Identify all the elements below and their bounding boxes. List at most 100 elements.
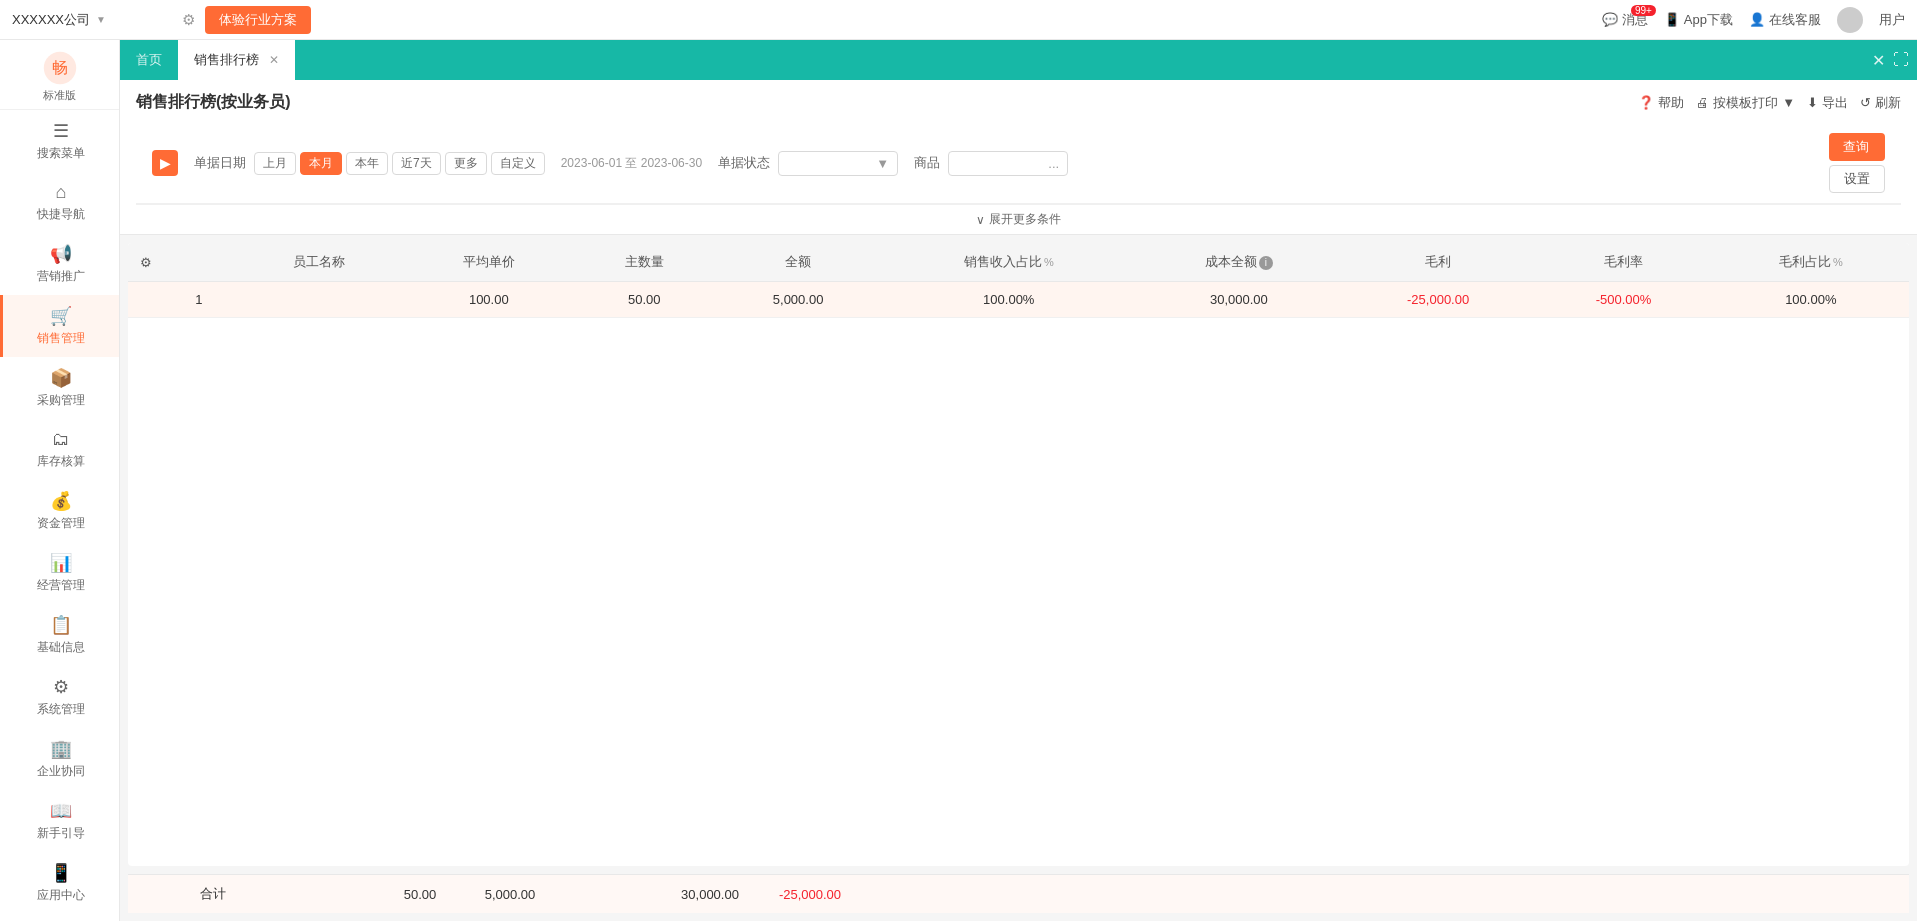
footer-label: 合计 [200, 885, 300, 903]
refresh-icon: ↺ [1860, 95, 1871, 110]
date-btn-7days[interactable]: 近7天 [392, 152, 441, 175]
quick-nav-icon: ⌂ [56, 182, 67, 203]
sidebar: 畅 标准版 ☰ 搜索菜单 ⌂ 快捷导航 📢 营销推广 🛒 销售管理 📦 采购管理… [0, 40, 120, 921]
page-title-row: 销售排行榜(按业务员) ❓ 帮助 🖨 按模板打印 ▼ ⬇ [136, 92, 1901, 113]
message-button[interactable]: 💬 消息 99+ [1602, 11, 1648, 29]
col-gross: 毛利 [1342, 243, 1535, 282]
sidebar-item-enterprise[interactable]: 🏢 企业协同 [0, 728, 119, 790]
expand-chevron-icon: ∨ [976, 213, 985, 227]
app-center-icon: 📱 [50, 862, 72, 884]
date-btn-last-month[interactable]: 上月 [254, 152, 296, 175]
online-service-button[interactable]: 👤 在线客服 [1749, 11, 1821, 29]
sidebar-logo: 畅 标准版 [0, 40, 119, 110]
date-btn-this-year[interactable]: 本年 [346, 152, 388, 175]
operation-icon: 📊 [50, 552, 72, 574]
sidebar-item-label: 系统管理 [37, 701, 85, 718]
filter-toggle-button[interactable]: ▶ [152, 150, 178, 176]
tab-maximize-icon[interactable]: ⛶ [1893, 51, 1909, 69]
sales-icon: 🛒 [50, 305, 72, 327]
footer-gross: -25,000.00 [760, 887, 860, 902]
tab-sales-rank-label: 销售排行榜 [194, 51, 259, 69]
col-qty: 主数量 [574, 243, 715, 282]
search-order-icon: ☰ [53, 120, 69, 142]
sidebar-item-operation[interactable]: 📊 经营管理 [0, 542, 119, 604]
cell-gross: -25,000.00 [1342, 282, 1535, 318]
sidebar-item-purchase[interactable]: 📦 采购管理 [0, 357, 119, 419]
service-label: 在线客服 [1769, 11, 1821, 29]
user-name: 用户 [1879, 11, 1905, 29]
print-arrow-icon: ▼ [1782, 95, 1795, 110]
cell-avg-price: 100.00 [404, 282, 574, 318]
sidebar-item-label: 企业协同 [37, 763, 85, 780]
goods-select-arrow: ... [1048, 156, 1059, 171]
svg-text:畅: 畅 [52, 58, 68, 76]
footer-cost: 30,000.00 [660, 887, 760, 902]
export-icon: ⬇ [1807, 95, 1818, 110]
sidebar-item-wechat[interactable]: 💬 企业微信 [0, 914, 119, 921]
sidebar-item-quick-nav[interactable]: ⌂ 快捷导航 [0, 172, 119, 233]
goods-select[interactable]: ... [948, 151, 1068, 176]
query-button[interactable]: 查询 [1829, 133, 1885, 161]
sidebar-item-system[interactable]: ⚙ 系统管理 [0, 666, 119, 728]
cost-info-icon[interactable]: i [1259, 256, 1273, 270]
sidebar-item-sales[interactable]: 🛒 销售管理 [0, 295, 119, 357]
expand-more-button[interactable]: ∨ 展开更多条件 [136, 204, 1901, 234]
export-button[interactable]: ⬇ 导出 [1807, 94, 1848, 112]
status-filter-label: 单据状态 [718, 154, 770, 172]
sidebar-item-marketing[interactable]: 📢 营销推广 [0, 233, 119, 295]
sidebar-item-basic[interactable]: 📋 基础信息 [0, 604, 119, 666]
expand-label: 展开更多条件 [989, 211, 1061, 228]
sidebar-item-guide[interactable]: 📖 新手引导 [0, 790, 119, 852]
company-selector[interactable]: XXXXXX公司 ▼ [12, 11, 172, 29]
sidebar-item-search-order[interactable]: ☰ 搜索菜单 [0, 110, 119, 172]
cell-gross-pct: 100.00% [1713, 282, 1909, 318]
sales-rank-table: ⚙ 员工名称 平均单价 主数量 全额 销售收入占比% 成本全额i 毛利 毛利率 … [128, 243, 1909, 318]
page-header: 销售排行榜(按业务员) ❓ 帮助 🖨 按模板打印 ▼ ⬇ [120, 80, 1917, 235]
company-dropdown-arrow: ▼ [96, 14, 106, 25]
tab-sales-rank[interactable]: 销售排行榜 ✕ [178, 40, 295, 80]
date-btn-this-month[interactable]: 本月 [300, 152, 342, 175]
col-gross-rate: 毛利率 [1534, 243, 1712, 282]
help-button[interactable]: ❓ 帮助 [1638, 94, 1684, 112]
sidebar-item-inventory[interactable]: 🗂 库存核算 [0, 419, 119, 480]
page-actions: ❓ 帮助 🖨 按模板打印 ▼ ⬇ 导出 ↺ [1638, 94, 1901, 112]
sidebar-item-label: 资金管理 [37, 515, 85, 532]
sidebar-item-label: 库存核算 [37, 453, 85, 470]
cell-settings [128, 282, 164, 318]
settings-button[interactable]: 设置 [1829, 165, 1885, 193]
cell-qty: 50.00 [574, 282, 715, 318]
sidebar-item-finance[interactable]: 💰 资金管理 [0, 480, 119, 542]
tab-close-window-icon[interactable]: ✕ [1872, 51, 1885, 70]
app-download-button[interactable]: 📱 App下载 [1664, 11, 1733, 29]
system-icon: ⚙ [53, 676, 69, 698]
cell-cost: 30,000.00 [1136, 282, 1342, 318]
date-btn-custom[interactable]: 自定义 [491, 152, 545, 175]
sidebar-item-label: 销售管理 [37, 330, 85, 347]
refresh-button[interactable]: ↺ 刷新 [1860, 94, 1901, 112]
avatar[interactable] [1837, 7, 1863, 33]
print-button[interactable]: 🖨 按模板打印 ▼ [1696, 94, 1795, 112]
tab-bar: 首页 销售排行榜 ✕ ✕ ⛶ [120, 40, 1917, 80]
settings-icon[interactable]: ⚙ [182, 11, 195, 29]
date-filter-label: 单据日期 [194, 154, 246, 172]
table-footer: 合计 50.00 5,000.00 30,000.00 -25,000.00 [128, 874, 1909, 913]
try-industry-button[interactable]: 体验行业方案 [205, 6, 311, 34]
tab-home-label: 首页 [136, 51, 162, 69]
cell-gross-rate: -500.00% [1534, 282, 1712, 318]
tab-close-icon[interactable]: ✕ [269, 53, 279, 67]
goods-filter-label: 商品 [914, 154, 940, 172]
top-header: XXXXXX公司 ▼ ⚙ 体验行业方案 💬 消息 99+ 📱 App下载 👤 在… [0, 0, 1917, 40]
tab-home[interactable]: 首页 [120, 40, 178, 80]
status-select[interactable]: ▼ [778, 151, 898, 176]
sidebar-item-label: 采购管理 [37, 392, 85, 409]
app-label: App下载 [1684, 11, 1733, 29]
date-btn-more[interactable]: 更多 [445, 152, 487, 175]
cell-name [234, 282, 404, 318]
filter-bar: ▶ 单据日期 上月 本月 本年 近7天 更多 自定义 2023-06-01 至 … [136, 123, 1901, 204]
table-container: ⚙ 员工名称 平均单价 主数量 全额 销售收入占比% 成本全额i 毛利 毛利率 … [128, 243, 1909, 866]
footer-amount: 5,000.00 [460, 887, 560, 902]
service-icon: 👤 [1749, 12, 1765, 27]
sidebar-item-label: 快捷导航 [37, 206, 85, 223]
col-settings[interactable]: ⚙ [128, 243, 164, 282]
sidebar-item-app-center[interactable]: 📱 应用中心 [0, 852, 119, 914]
